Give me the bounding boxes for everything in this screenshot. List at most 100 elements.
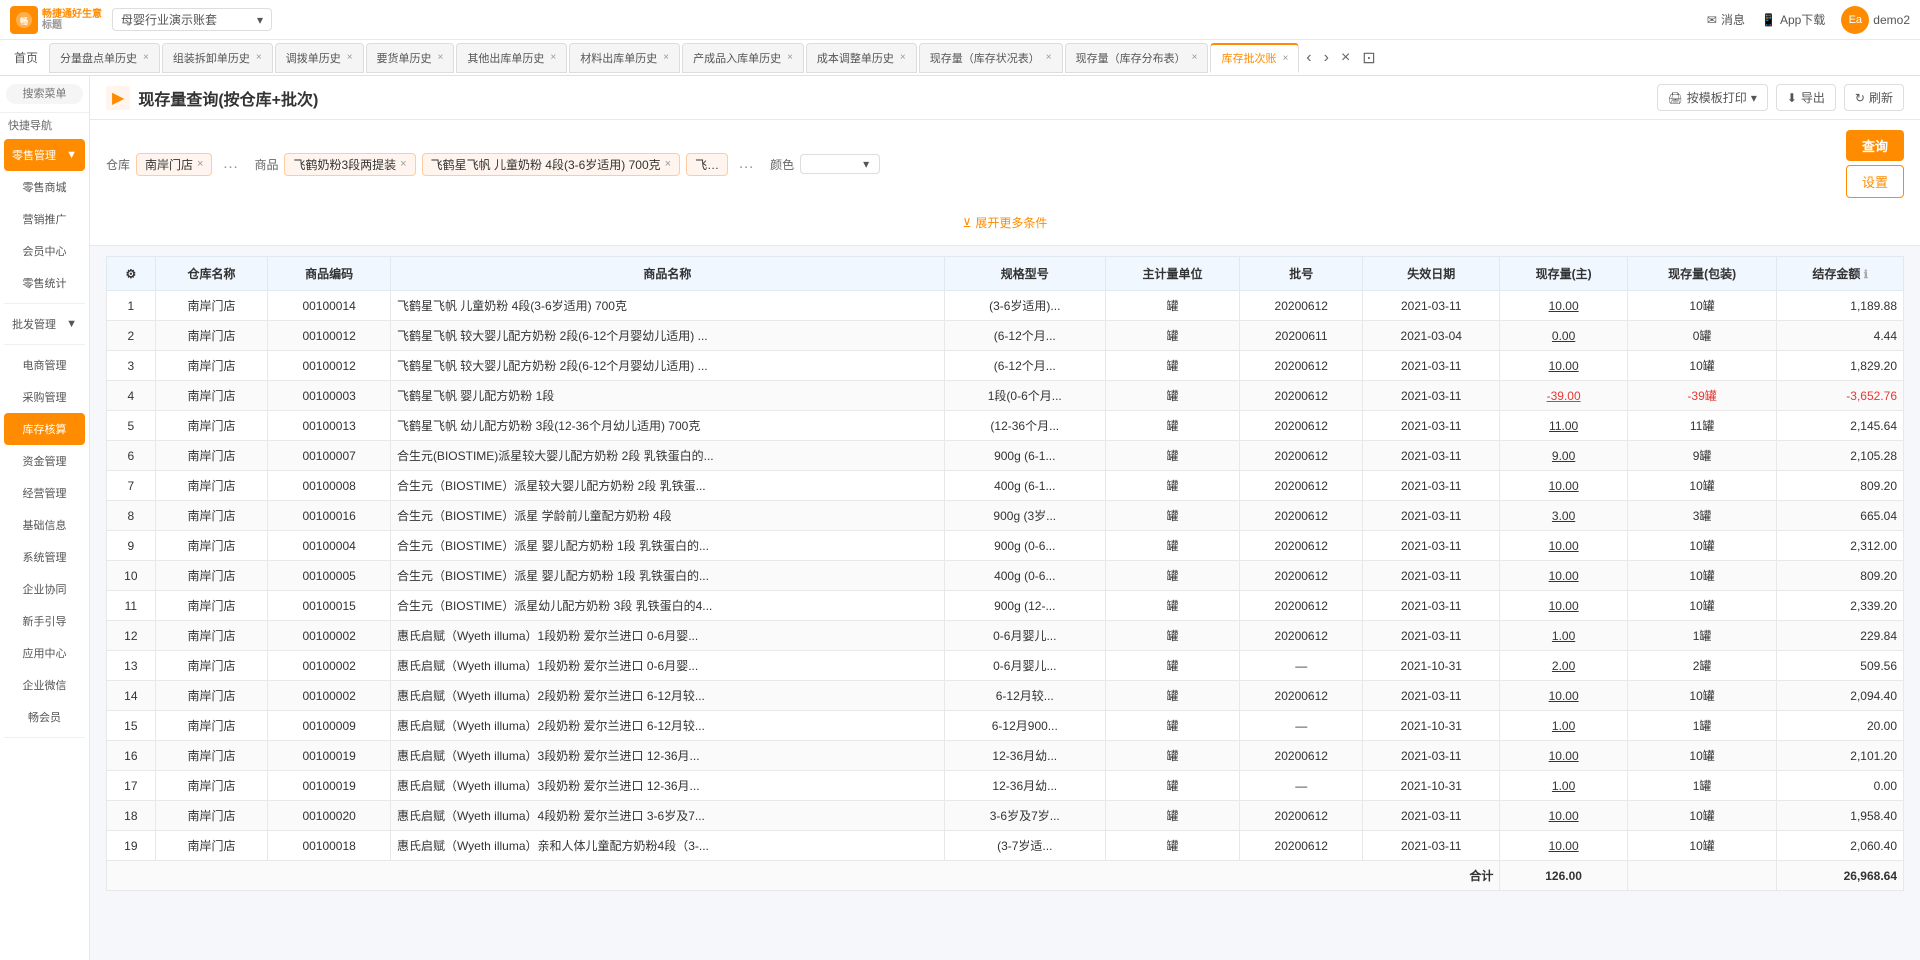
sidebar-item-wechat[interactable]: 企业微信 [4,669,85,701]
tab-diaobodanli[interactable]: 调拨单历史 × [275,43,364,73]
cell-no: 8 [107,501,156,531]
cell-qty[interactable]: 10.00 [1500,531,1627,561]
tab-nav-right[interactable]: › [1318,49,1335,67]
message-btn[interactable]: ✉ 消息 [1707,11,1745,28]
sidebar-item-purchase[interactable]: 采购管理 [4,381,85,413]
tab-nav-left[interactable]: ‹ [1300,49,1317,67]
close-icon[interactable]: × [143,52,149,63]
product-tag2[interactable]: 飞鹤星飞帆 儿童奶粉 4段(3-6岁适用) 700克 × [422,153,680,176]
close-icon[interactable]: × [663,52,669,63]
tab-kucunpicizh[interactable]: 库存批次账 × [1210,43,1299,73]
sidebar-item-finance[interactable]: 资金管理 [4,445,85,477]
tab-xiancunliangkuzhuangkuang[interactable]: 现存量（库存状况表） × [919,43,1063,73]
cell-qty[interactable]: 10.00 [1500,801,1627,831]
tab-qitachuku[interactable]: 其他出库单历史 × [456,43,567,73]
product-tag1[interactable]: 飞鹤奶粉3段两提装 × [284,153,415,176]
close-icon[interactable]: × [1282,53,1288,64]
close-icon[interactable]: × [256,52,262,63]
close-icon[interactable]: × [438,52,444,63]
warehouse-tag[interactable]: 南岸门店 × [136,153,212,176]
expand-sidebar-btn[interactable]: ▶ [106,86,130,110]
cell-qty[interactable]: 0.00 [1500,321,1627,351]
tab-chenbentuiz[interactable]: 成本调整单历史 × [806,43,917,73]
close-icon[interactable]: × [550,52,556,63]
tab-fenliangpandian[interactable]: 分量盘点单历史 × [49,43,160,73]
cell-qty[interactable]: 9.00 [1500,441,1627,471]
th-expire: 失效日期 [1363,257,1500,291]
sidebar-item-marketing[interactable]: 营销推广 [4,203,85,235]
product-tag1-remove[interactable]: × [400,158,406,170]
cell-qty[interactable]: 10.00 [1500,681,1627,711]
expand-filters-btn[interactable]: ⊻ 展开更多条件 [959,210,1052,235]
sidebar-item-retail-mgmt[interactable]: 零售管理 ▼ [4,139,85,171]
cell-expire: 2021-03-11 [1363,621,1500,651]
sidebar-item-apps[interactable]: 应用中心 [4,637,85,669]
tab-yaohuo[interactable]: 要货单历史 × [366,43,455,73]
cell-qty[interactable]: 10.00 [1500,291,1627,321]
export-btn[interactable]: ⬇ 导出 [1776,84,1836,111]
tab-xiancunliangkufenbupiao[interactable]: 现存量（库存分布表） × [1065,43,1209,73]
info-icon[interactable]: ℹ [1864,269,1868,281]
close-icon[interactable]: × [787,52,793,63]
cell-qty[interactable]: 10.00 [1500,561,1627,591]
close-icon[interactable]: × [347,52,353,63]
settings-icon[interactable]: ⚙ [125,267,136,281]
sidebar-item-wholesale-mgmt[interactable]: 批发管理 ▼ [4,308,85,340]
cell-amount: 665.04 [1777,501,1904,531]
cell-qty[interactable]: 11.00 [1500,411,1627,441]
refresh-btn[interactable]: ↻ 刷新 [1844,84,1904,111]
cell-pkg: 9罐 [1627,441,1777,471]
cell-qty[interactable]: 10.00 [1500,591,1627,621]
warehouse-tag-remove[interactable]: × [197,158,203,170]
search-input[interactable] [6,84,83,104]
filter-group-color: 颜色 ▾ [770,154,880,174]
sidebar-item-ecommerce[interactable]: 电商管理 [4,349,85,381]
sidebar-item-operations[interactable]: 经营管理 [4,477,85,509]
cell-qty[interactable]: 1.00 [1500,711,1627,741]
warehouse-more[interactable]: … [222,155,238,173]
cell-qty[interactable]: 1.00 [1500,771,1627,801]
product-more[interactable]: … [738,155,754,173]
sidebar-item-system[interactable]: 系统管理 [4,541,85,573]
tab-zuzhangchaijian[interactable]: 组装拆卸单历史 × [162,43,273,73]
cell-code: 00100003 [268,381,391,411]
account-selector[interactable]: 母婴行业演示账套 ▾ [112,8,272,31]
sidebar-item-inventory[interactable]: 库存核算 [4,413,85,445]
sidebar-item-guide[interactable]: 新手引导 [4,605,85,637]
query-btn[interactable]: 查询 [1846,130,1904,161]
sidebar-item-retail-mall[interactable]: 零售商城 [4,171,85,203]
sidebar-item-membership[interactable]: 畅会员 [4,701,85,733]
user-menu[interactable]: Ea demo2 [1841,6,1910,34]
cell-qty[interactable]: 3.00 [1500,501,1627,531]
tab-chengpinruku[interactable]: 产成品入库单历史 × [682,43,804,73]
cell-qty[interactable]: 10.00 [1500,471,1627,501]
tab-close-all[interactable]: × [1335,49,1356,67]
sidebar-item-basic[interactable]: 基础信息 [4,509,85,541]
color-dropdown[interactable]: ▾ [800,154,880,174]
app-download-btn[interactable]: 📱 App下载 [1761,11,1825,28]
sidebar-item-enterprise[interactable]: 企业协同 [4,573,85,605]
template-print-btn[interactable]: 🖨 按模板打印 ▾ [1657,84,1768,111]
product-tag3[interactable]: 飞… [686,153,728,176]
cell-qty[interactable]: 10.00 [1500,831,1627,861]
cell-spec: 6-12月较... [944,681,1105,711]
cell-name: 惠氏启赋（Wyeth illuma）亲和人体儿童配方奶粉4段（3-... [390,831,944,861]
cell-qty[interactable]: 1.00 [1500,621,1627,651]
settings-btn[interactable]: 设置 [1846,165,1904,198]
cell-qty[interactable]: -39.00 [1500,381,1627,411]
cell-qty[interactable]: 2.00 [1500,651,1627,681]
close-icon[interactable]: × [900,52,906,63]
cell-qty[interactable]: 10.00 [1500,741,1627,771]
tab-home[interactable]: 首页 [4,49,48,66]
sidebar-item-member[interactable]: 会员中心 [4,235,85,267]
cell-no: 17 [107,771,156,801]
sidebar-item-retail-stats[interactable]: 零售统计 [4,267,85,299]
filter-group-warehouse: 仓库 南岸门店 × … [106,153,242,176]
cell-qty[interactable]: 10.00 [1500,351,1627,381]
tab-cailiaochuku[interactable]: 材料出库单历史 × [569,43,680,73]
page-actions: 🖨 按模板打印 ▾ ⬇ 导出 ↻ 刷新 [1657,84,1904,111]
close-icon[interactable]: × [1046,52,1052,63]
close-icon[interactable]: × [1192,52,1198,63]
tab-expand[interactable]: ⊡ [1356,48,1381,68]
product-tag2-remove[interactable]: × [665,158,671,170]
